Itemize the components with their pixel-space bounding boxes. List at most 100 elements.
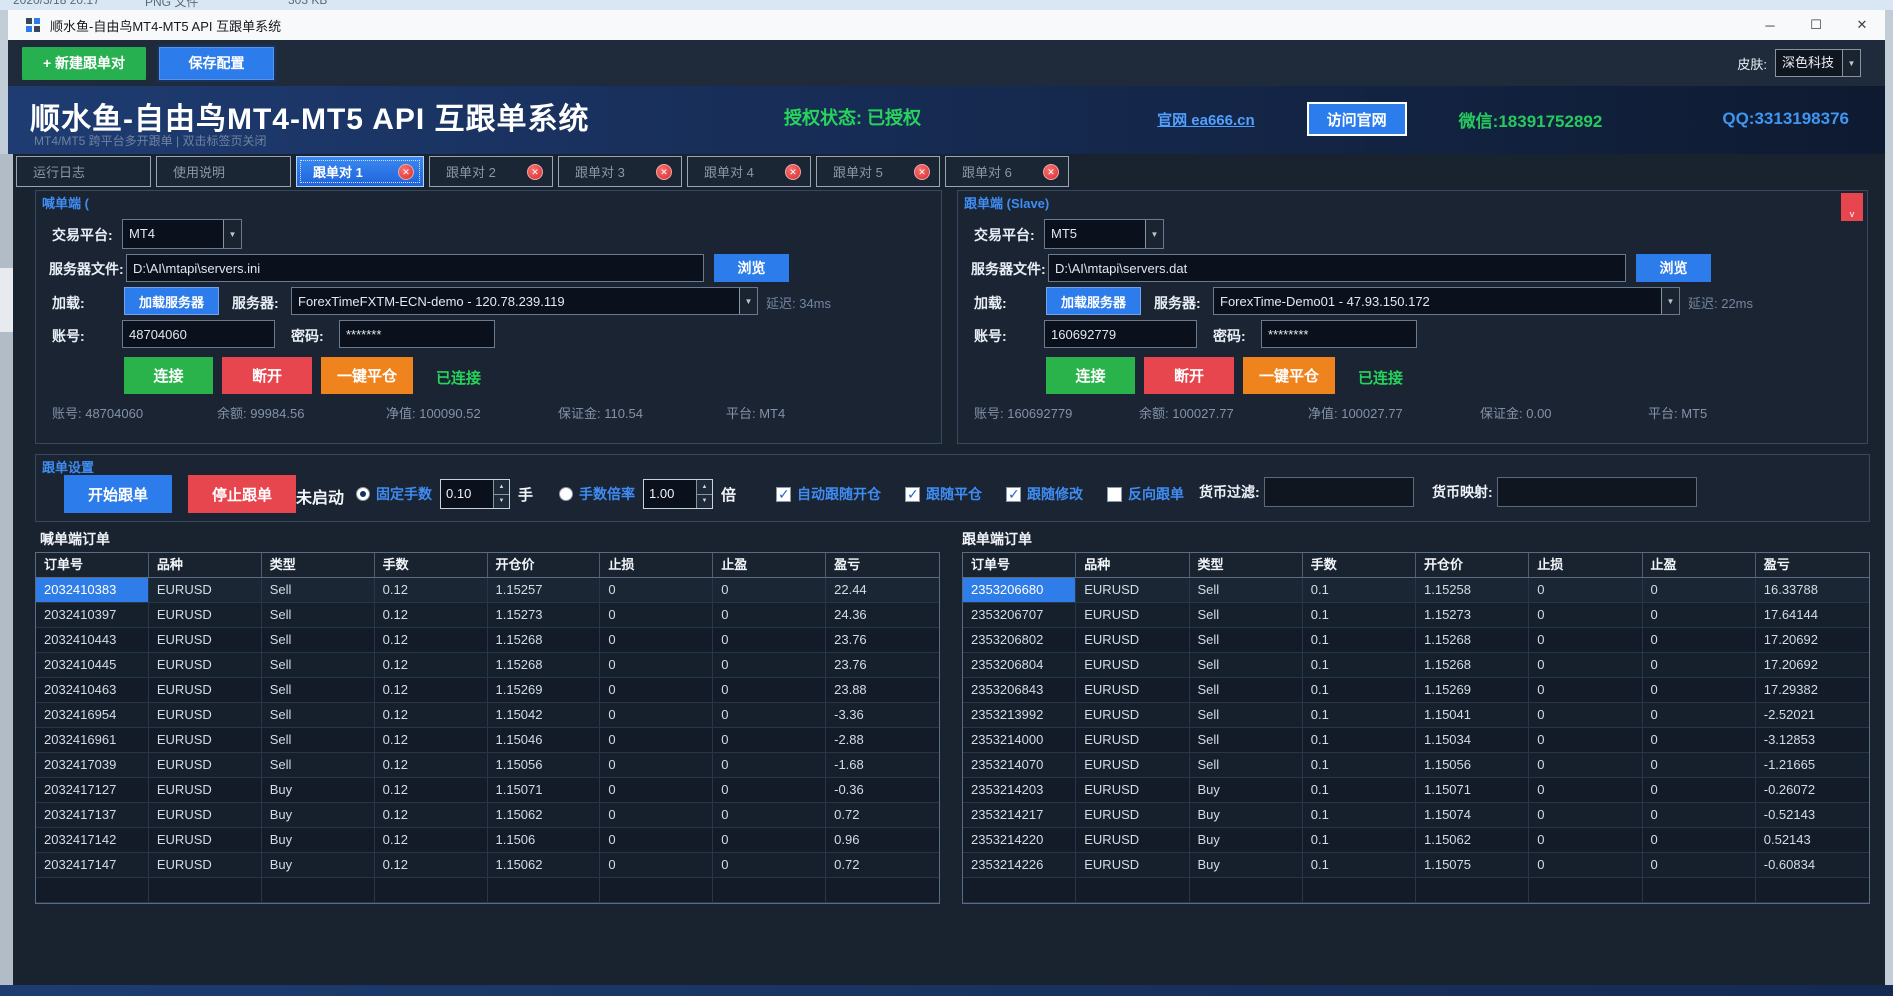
cell[interactable]: 1.15034 bbox=[1416, 728, 1529, 753]
cell[interactable]: 0 bbox=[600, 653, 713, 678]
column-header[interactable]: 订单号 bbox=[963, 553, 1076, 578]
cell[interactable]: 0.1 bbox=[1303, 678, 1416, 703]
cell[interactable]: Buy bbox=[1190, 853, 1303, 878]
cell[interactable]: 0.1 bbox=[1303, 753, 1416, 778]
cell[interactable]: 0.96 bbox=[826, 828, 939, 853]
order-row[interactable]: 2353214203EURUSDBuy0.11.1507100-0.26072 bbox=[963, 778, 1869, 803]
cell[interactable]: 0 bbox=[1529, 678, 1642, 703]
cell[interactable]: EURUSD bbox=[149, 703, 262, 728]
order-row[interactable]: 2032417039EURUSDSell0.121.1505600-1.68 bbox=[36, 753, 939, 778]
cell[interactable]: Sell bbox=[262, 728, 375, 753]
cell[interactable]: 0.52143 bbox=[1756, 828, 1869, 853]
cell[interactable]: 2032417039 bbox=[36, 753, 149, 778]
cell[interactable]: 0 bbox=[713, 653, 826, 678]
slave-collapse-button[interactable]: v bbox=[1841, 193, 1863, 221]
cell[interactable]: 0 bbox=[1643, 578, 1756, 603]
cell[interactable]: 1.15056 bbox=[1416, 753, 1529, 778]
cell[interactable]: 17.20692 bbox=[1756, 653, 1869, 678]
cell[interactable]: 1.15062 bbox=[1416, 828, 1529, 853]
cell[interactable]: Buy bbox=[262, 853, 375, 878]
chevron-down-icon[interactable]: ▼ bbox=[1145, 220, 1163, 248]
cell[interactable]: 1.15268 bbox=[1416, 628, 1529, 653]
cell[interactable]: EURUSD bbox=[149, 678, 262, 703]
stop-follow-button[interactable]: 停止跟单 bbox=[188, 475, 296, 513]
cell[interactable]: 23.76 bbox=[826, 628, 939, 653]
cell[interactable]: 1.15269 bbox=[488, 678, 601, 703]
tab-跟单对-2[interactable]: 跟单对 2✕ bbox=[429, 156, 553, 187]
master-password-input[interactable] bbox=[339, 320, 495, 348]
cell[interactable]: EURUSD bbox=[149, 828, 262, 853]
cell[interactable]: 0.12 bbox=[375, 578, 488, 603]
cell[interactable]: -3.12853 bbox=[1756, 728, 1869, 753]
column-header[interactable]: 开仓价 bbox=[488, 553, 601, 578]
cell[interactable]: 2353206802 bbox=[963, 628, 1076, 653]
order-row[interactable]: 2032410443EURUSDSell0.121.152680023.76 bbox=[36, 628, 939, 653]
cell[interactable]: 2032417147 bbox=[36, 853, 149, 878]
order-row[interactable]: 2032410383EURUSDSell0.121.152570022.44 bbox=[36, 578, 939, 603]
cell[interactable]: 2032410383 bbox=[36, 578, 149, 603]
cell[interactable]: 0 bbox=[1529, 703, 1642, 728]
column-header[interactable]: 开仓价 bbox=[1416, 553, 1529, 578]
cell[interactable]: 0.1 bbox=[1303, 628, 1416, 653]
cell[interactable]: 0 bbox=[1643, 653, 1756, 678]
column-header[interactable]: 止损 bbox=[600, 553, 713, 578]
cell[interactable]: Sell bbox=[262, 603, 375, 628]
cell[interactable]: 1.1506 bbox=[488, 828, 601, 853]
cell[interactable]: EURUSD bbox=[1076, 728, 1189, 753]
cell[interactable]: 0.12 bbox=[375, 803, 488, 828]
new-pair-button[interactable]: + 新建跟单对 bbox=[22, 47, 146, 80]
cell[interactable]: 0.12 bbox=[375, 828, 488, 853]
cell[interactable]: 0 bbox=[600, 678, 713, 703]
cell[interactable]: EURUSD bbox=[149, 803, 262, 828]
cell[interactable]: 0 bbox=[713, 828, 826, 853]
cell[interactable]: -0.36 bbox=[826, 778, 939, 803]
cell[interactable]: 1.15273 bbox=[1416, 603, 1529, 628]
cell[interactable]: EURUSD bbox=[1076, 703, 1189, 728]
cell[interactable]: 0.12 bbox=[375, 753, 488, 778]
master-platform-select[interactable]: MT4 ▼ bbox=[122, 219, 242, 249]
cell[interactable]: 23.88 bbox=[826, 678, 939, 703]
cell[interactable]: 23.76 bbox=[826, 653, 939, 678]
currency-map-input[interactable] bbox=[1497, 477, 1697, 507]
slave-browse-button[interactable]: 浏览 bbox=[1636, 254, 1711, 282]
cell[interactable]: 1.15075 bbox=[1416, 853, 1529, 878]
checkbox-checked-icon[interactable] bbox=[1006, 487, 1021, 502]
cell[interactable]: 2032417142 bbox=[36, 828, 149, 853]
cell[interactable]: Sell bbox=[1190, 703, 1303, 728]
cell[interactable]: 1.15257 bbox=[488, 578, 601, 603]
cell[interactable]: Buy bbox=[1190, 803, 1303, 828]
cell[interactable]: 0.12 bbox=[375, 728, 488, 753]
cell[interactable]: EURUSD bbox=[149, 778, 262, 803]
cell[interactable]: 0 bbox=[1529, 578, 1642, 603]
order-row[interactable]: 2353206802EURUSDSell0.11.152680017.20692 bbox=[963, 628, 1869, 653]
slave-password-input[interactable] bbox=[1261, 320, 1417, 348]
cell[interactable]: Sell bbox=[262, 653, 375, 678]
cell[interactable]: EURUSD bbox=[149, 753, 262, 778]
cell[interactable]: Buy bbox=[262, 778, 375, 803]
cell[interactable]: 2032410445 bbox=[36, 653, 149, 678]
cell[interactable]: 0 bbox=[713, 603, 826, 628]
cell[interactable]: 2032416961 bbox=[36, 728, 149, 753]
cell[interactable]: 2353214226 bbox=[963, 853, 1076, 878]
order-row[interactable]: 2353206707EURUSDSell0.11.152730017.64144 bbox=[963, 603, 1869, 628]
cell[interactable]: -3.36 bbox=[826, 703, 939, 728]
cell[interactable]: 2032410443 bbox=[36, 628, 149, 653]
slave-platform-select[interactable]: MT5 ▼ bbox=[1044, 219, 1164, 249]
minimize-button[interactable]: ─ bbox=[1747, 10, 1793, 40]
save-config-button[interactable]: 保存配置 bbox=[159, 47, 274, 80]
spinner-down-icon[interactable]: ▼ bbox=[494, 495, 509, 509]
slave-server-file-input[interactable] bbox=[1048, 254, 1626, 282]
start-follow-button[interactable]: 开始跟单 bbox=[64, 475, 172, 513]
tab-跟单对-4[interactable]: 跟单对 4✕ bbox=[687, 156, 811, 187]
column-header[interactable]: 手数 bbox=[375, 553, 488, 578]
cell[interactable]: EURUSD bbox=[149, 628, 262, 653]
close-tab-icon[interactable]: ✕ bbox=[656, 164, 672, 180]
cell[interactable]: Sell bbox=[1190, 678, 1303, 703]
column-header[interactable]: 止盈 bbox=[713, 553, 826, 578]
cell[interactable]: -2.52021 bbox=[1756, 703, 1869, 728]
order-row[interactable]: 2353214220EURUSDBuy0.11.15062000.52143 bbox=[963, 828, 1869, 853]
checkbox-checked-icon[interactable] bbox=[905, 487, 920, 502]
cell[interactable]: 17.29382 bbox=[1756, 678, 1869, 703]
cell[interactable]: 1.15071 bbox=[488, 778, 601, 803]
cell[interactable]: EURUSD bbox=[149, 853, 262, 878]
